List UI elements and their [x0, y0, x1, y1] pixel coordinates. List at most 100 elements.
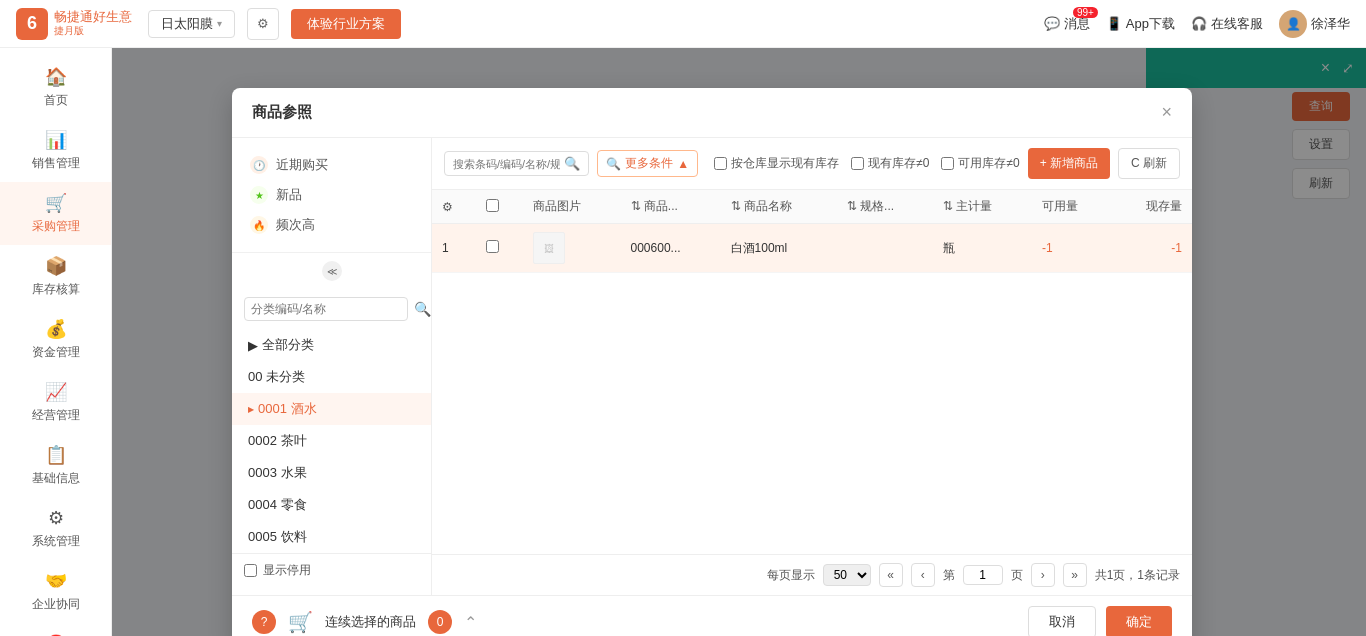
- cat-all[interactable]: ▶ 全部分类: [232, 329, 431, 361]
- sort-name-icon: ⇅: [731, 199, 741, 213]
- sidebar-item-basic[interactable]: 📋 基础信息: [0, 434, 111, 497]
- user-item[interactable]: 👤 徐泽华: [1279, 10, 1350, 38]
- cat-snack[interactable]: 0004 零食: [232, 489, 431, 521]
- sidebar-item-purchase[interactable]: 🛒 采购管理: [0, 182, 111, 245]
- collapse-left-button[interactable]: ≪: [322, 261, 342, 281]
- page-number-input[interactable]: [963, 565, 1003, 585]
- check-warehouse-stock[interactable]: 按仓库显示现有库存: [714, 155, 839, 172]
- col-settings[interactable]: ⚙: [432, 190, 476, 224]
- dialog-body: 🕐 近期购买 ★ 新品 🔥 频次高: [232, 138, 1192, 595]
- cancel-button[interactable]: 取消: [1028, 606, 1096, 636]
- purchase-icon: 🛒: [45, 192, 67, 214]
- nav-selector[interactable]: 日太阳膜 ▾: [148, 10, 235, 38]
- select-all-checkbox[interactable]: [486, 199, 499, 212]
- headset-icon: 🎧: [1191, 16, 1207, 31]
- category-search-input[interactable]: [244, 297, 408, 321]
- sales-icon: 📊: [45, 129, 67, 151]
- col-spec[interactable]: ⇅ 规格...: [837, 190, 933, 224]
- add-product-button[interactable]: + 新增商品: [1028, 148, 1110, 179]
- enterprise-icon: 🤝: [45, 570, 67, 592]
- help-button[interactable]: ?: [252, 610, 276, 634]
- sidebar-label-finance: 资金管理: [32, 344, 80, 361]
- message-badge: 99+: [1073, 7, 1098, 18]
- col-name[interactable]: ⇅ 商品名称: [721, 190, 837, 224]
- cart-icon[interactable]: 🛒: [288, 610, 313, 634]
- more-filter-button[interactable]: 🔍 更多条件 ▲: [597, 150, 698, 177]
- sidebar-item-sales[interactable]: 📊 销售管理: [0, 119, 111, 182]
- cat-liquor-arrow: ▶: [248, 405, 254, 414]
- sidebar-item-finance[interactable]: 💰 资金管理: [0, 308, 111, 371]
- system-icon: ⚙: [48, 507, 64, 529]
- filter-arrow-icon: ▲: [677, 157, 689, 171]
- finance-icon: 💰: [45, 318, 67, 340]
- modal-overlay: 商品参照 × 🕐 近期购买 ★ 新: [112, 48, 1366, 636]
- check-available-stock[interactable]: 可用库存≠0: [941, 155, 1019, 172]
- first-page-button[interactable]: «: [879, 563, 903, 587]
- row-checkbox[interactable]: [476, 224, 523, 273]
- app-download-item[interactable]: 📱 App下载: [1106, 15, 1175, 33]
- col-code[interactable]: ⇅ 商品...: [621, 190, 721, 224]
- product-search-input[interactable]: [453, 158, 560, 170]
- next-page-button[interactable]: ›: [1031, 563, 1055, 587]
- gear-icon: ⚙: [257, 16, 269, 31]
- cat-uncategorized[interactable]: 00 未分类: [232, 361, 431, 393]
- pagination: 每页显示 50 « ‹ 第 页 › » 共1页，1条记录: [432, 554, 1192, 595]
- inventory-icon: 📦: [45, 255, 67, 277]
- service-item[interactable]: 🎧 在线客服: [1191, 15, 1263, 33]
- confirm-button[interactable]: 确定: [1106, 606, 1172, 636]
- last-page-button[interactable]: »: [1063, 563, 1087, 587]
- product-search-icon: 🔍: [564, 156, 580, 171]
- sidebar-item-operations[interactable]: 📈 经营管理: [0, 371, 111, 434]
- row-image: 🖼: [523, 224, 620, 273]
- frequent-tab[interactable]: 🔥 频次高: [240, 210, 423, 240]
- page-suffix: 页: [1011, 567, 1023, 584]
- row-select-checkbox[interactable]: [486, 240, 499, 253]
- sort-code-icon: ⇅: [631, 199, 641, 213]
- sidebar-label-system: 系统管理: [32, 533, 80, 550]
- cat-liquor[interactable]: ▶ 0001 酒水: [232, 393, 431, 425]
- collapse-footer-button[interactable]: ⌃: [464, 613, 477, 632]
- page-size-select[interactable]: 50: [823, 564, 871, 586]
- message-item[interactable]: 💬 消息 99+: [1044, 15, 1090, 33]
- prev-page-button[interactable]: ‹: [911, 563, 935, 587]
- cat-fruit-label: 0003 水果: [248, 464, 307, 482]
- row-spec: [837, 224, 933, 273]
- sidebar-item-guide[interactable]: 🎯 新手引导: [0, 623, 111, 636]
- sidebar-item-home[interactable]: 🏠 首页: [0, 56, 111, 119]
- check-warehouse-stock-input[interactable]: [714, 157, 727, 170]
- app-icon: 📱: [1106, 16, 1122, 31]
- col-checkbox[interactable]: [476, 190, 523, 224]
- refresh-button[interactable]: C 刷新: [1118, 148, 1180, 179]
- new-product-tab[interactable]: ★ 新品: [240, 180, 423, 210]
- category-search-icon[interactable]: 🔍: [414, 301, 431, 317]
- dialog-close-button[interactable]: ×: [1161, 102, 1172, 123]
- filter-icon: 🔍: [606, 157, 621, 171]
- logo-area: 6 畅捷通好生意 捷月版: [16, 8, 136, 40]
- left-panel: 🕐 近期购买 ★ 新品 🔥 频次高: [232, 138, 432, 595]
- product-search-box[interactable]: 🔍: [444, 151, 589, 176]
- check-current-stock-input[interactable]: [851, 157, 864, 170]
- filter-label: 更多条件: [625, 155, 673, 172]
- sidebar-item-enterprise[interactable]: 🤝 企业协同: [0, 560, 111, 623]
- selected-count-badge: 0: [428, 610, 452, 634]
- left-divider: [232, 252, 431, 253]
- cat-beverage[interactable]: 0005 饮料: [232, 521, 431, 553]
- display-disabled-checkbox[interactable]: [244, 564, 257, 577]
- cat-fruit[interactable]: 0003 水果: [232, 457, 431, 489]
- cat-beverage-label: 0005 饮料: [248, 528, 307, 546]
- display-disabled-row: 显示停用: [232, 553, 431, 587]
- quick-tabs: 🕐 近期购买 ★ 新品 🔥 频次高: [232, 146, 431, 244]
- home-icon: 🏠: [45, 66, 67, 88]
- gear-button[interactable]: ⚙: [247, 8, 279, 40]
- sidebar-item-system[interactable]: ⚙ 系统管理: [0, 497, 111, 560]
- sidebar-item-inventory[interactable]: 📦 库存核算: [0, 245, 111, 308]
- col-unit[interactable]: ⇅ 主计量: [933, 190, 1032, 224]
- cat-tea[interactable]: 0002 茶叶: [232, 425, 431, 457]
- sidebar-label-home: 首页: [44, 92, 68, 109]
- try-industry-button[interactable]: 体验行业方案: [291, 9, 401, 39]
- table-row[interactable]: 1 🖼: [432, 224, 1192, 273]
- cat-uncategorized-label: 00 未分类: [248, 368, 305, 386]
- check-current-stock[interactable]: 现有库存≠0: [851, 155, 929, 172]
- recent-purchase-tab[interactable]: 🕐 近期购买: [240, 150, 423, 180]
- check-available-stock-input[interactable]: [941, 157, 954, 170]
